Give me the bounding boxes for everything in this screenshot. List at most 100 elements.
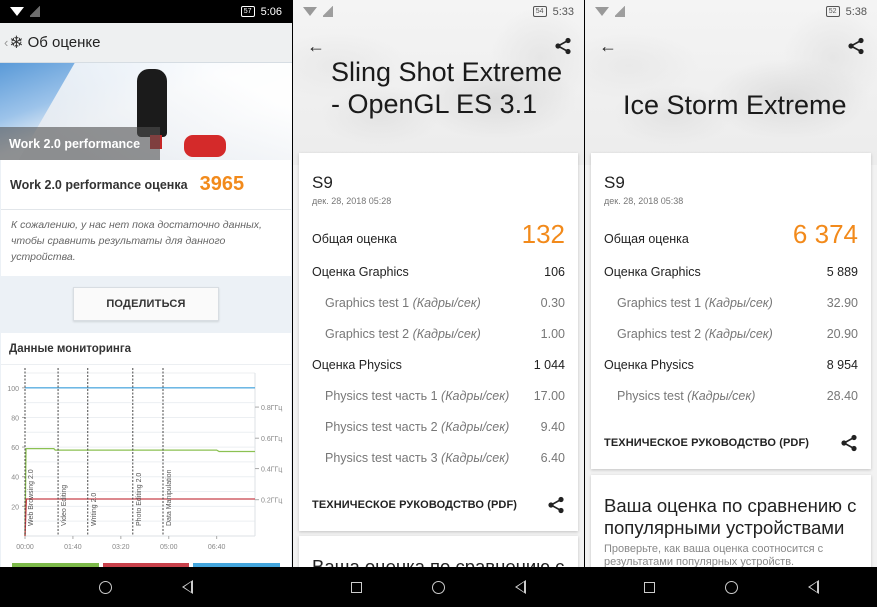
row-label: Оценка Physics — [604, 358, 827, 372]
back-arrow-icon[interactable]: ← — [599, 37, 617, 55]
row-label-text: Оценка Physics — [604, 357, 694, 372]
row-label-text: Physics test часть 1 — [325, 388, 438, 403]
x-tick-label: 05:00 — [160, 544, 178, 551]
phase-marker-label: Photo Editing 2.0 — [136, 473, 143, 526]
wifi-icon — [303, 7, 317, 16]
top-bar: ← — [585, 33, 877, 59]
category-score-row: Оценка Physics 8 954 — [591, 349, 871, 380]
monitoring-chart: 20 40 60 80 100 0.2ГГц 0.4ГГц 0.6ГГц 0.8ГГц 00:00… — [7, 368, 282, 551]
red-sled — [184, 135, 226, 157]
subtest-row: Graphics test 2 (Кадры/сек) 1.00 — [299, 318, 578, 349]
tech-guide-row: ТЕХНИЧЕСКОЕ РУКОВОДСТВО (PDF) — [299, 479, 578, 531]
app-header: ‹ ❄ Об оценке — [0, 23, 292, 63]
row-value: 17.00 — [533, 388, 565, 403]
total-score-row: Общая оценка 6 374 — [591, 212, 871, 256]
row-label: Оценка Graphics — [604, 265, 827, 279]
row-unit: (Кадры/сек) — [412, 326, 481, 341]
row-label-text: Physics test часть 2 — [325, 419, 438, 434]
home-icon[interactable] — [99, 580, 112, 594]
row-value: 5 889 — [826, 264, 858, 279]
back-arrow-icon[interactable]: ← — [307, 37, 325, 55]
share-icon[interactable] — [840, 434, 858, 452]
row-label: Оценка Graphics — [312, 265, 544, 279]
row-label-text: Physics test часть 3 — [325, 450, 438, 465]
home-icon[interactable] — [724, 580, 738, 594]
row-unit: (Кадры/сек) — [441, 388, 510, 403]
row-label: Physics test (Кадры/сек) — [604, 389, 827, 403]
row-unit: (Кадры/сек) — [412, 295, 481, 310]
score-value: 3965 — [199, 173, 245, 195]
total-score-value: 132 — [521, 218, 565, 249]
status-bar: 52 5:38 — [585, 0, 877, 23]
battery-icon: 54 — [532, 6, 547, 17]
battery-icon: 52 — [825, 6, 840, 17]
row-label: Physics test часть 3 (Кадры/сек) — [312, 451, 541, 465]
result-card: S9 дек. 28, 2018 05:38 Общая оценка 6 37… — [591, 153, 871, 469]
result-date: дек. 28, 2018 05:38 — [604, 196, 684, 206]
total-score-row: Общая оценка 132 — [299, 212, 578, 256]
phase-marker-label: Writing 2.0 — [91, 493, 98, 526]
row-value: 8 954 — [826, 357, 858, 372]
recents-icon[interactable] — [643, 581, 655, 593]
share-icon[interactable] — [847, 37, 865, 55]
share-icon[interactable] — [547, 496, 565, 514]
category-score-row: Оценка Physics 1 044 — [299, 349, 578, 380]
score-card: Work 2.0 performance оценка 3965 К сожал… — [1, 160, 291, 276]
row-value: 32.90 — [826, 295, 858, 310]
result-date: дек. 28, 2018 05:28 — [312, 196, 392, 206]
subtest-row: Graphics test 2 (Кадры/сек) 20.90 — [591, 318, 871, 349]
total-score-label: Общая оценка — [312, 232, 397, 246]
back-nav-icon[interactable] — [182, 580, 193, 594]
row-label: Graphics test 1 (Кадры/сек) — [312, 296, 541, 310]
row-label: Оценка Physics — [312, 358, 534, 372]
subtest-row: Physics test часть 3 (Кадры/сек) 6.40 — [299, 442, 578, 473]
device-name: S9 — [604, 173, 625, 192]
y2-tick-label: 0.2ГГц — [261, 498, 282, 505]
subtest-row: Physics test часть 2 (Кадры/сек) 9.40 — [299, 411, 578, 442]
back-nav-icon[interactable] — [807, 580, 819, 594]
y-tick-label: 20 — [11, 504, 19, 511]
tech-guide-link[interactable]: ТЕХНИЧЕСКОЕ РУКОВОДСТВО (PDF) — [312, 499, 547, 511]
row-label-text: Оценка Physics — [312, 357, 402, 372]
benchmark-title: Sling Shot Extreme - OpenGL ES 3.1 — [331, 57, 563, 119]
monitoring-title: Данные мониторинга — [1, 333, 291, 365]
share-area: ПОДЕЛИТЬСЯ — [0, 277, 292, 331]
row-label-text: Graphics test 2 — [325, 326, 410, 341]
share-button[interactable]: ПОДЕЛИТЬСЯ — [73, 287, 219, 321]
row-value: 0.30 — [540, 295, 565, 310]
score-row: Work 2.0 performance оценка 3965 — [1, 160, 291, 210]
row-value: 106 — [544, 264, 565, 279]
clock: 5:33 — [552, 5, 574, 18]
row-label: Physics test часть 2 (Кадры/сек) — [312, 420, 541, 434]
row-label: Graphics test 1 (Кадры/сек) — [604, 296, 827, 310]
status-bar: 57 5:06 — [0, 0, 292, 23]
row-label: Graphics test 2 (Кадры/сек) — [312, 327, 541, 341]
row-value: 1.00 — [540, 326, 565, 341]
y2-tick-label: 0.8ГГц — [261, 405, 282, 412]
phone-screen-work-performance: 57 5:06 ‹ ❄ Об оценке Work 2.0 performanc… — [0, 0, 292, 607]
subtest-row: Graphics test 1 (Кадры/сек) 0.30 — [299, 287, 578, 318]
back-nav-icon[interactable] — [515, 580, 526, 594]
y2-tick-label: 0.4ГГц — [261, 467, 282, 474]
row-label-text: Оценка Graphics — [604, 264, 701, 279]
home-icon[interactable] — [432, 580, 445, 594]
category-score-row: Оценка Graphics 106 — [299, 256, 578, 287]
row-label: Physics test часть 1 (Кадры/сек) — [312, 389, 534, 403]
recents-icon[interactable] — [351, 581, 362, 593]
no-sim-icon — [30, 6, 40, 17]
benchmark-title: Ice Storm Extreme — [623, 90, 847, 120]
row-label-text: Graphics test 1 — [325, 295, 410, 310]
subtest-row: Graphics test 1 (Кадры/сек) 32.90 — [591, 287, 871, 318]
row-label: Graphics test 2 (Кадры/сек) — [604, 327, 827, 341]
phase-marker-label: Web Browsing 2.0 — [28, 469, 35, 526]
tech-guide-link[interactable]: ТЕХНИЧЕСКОЕ РУКОВОДСТВО (PDF) — [604, 437, 840, 449]
category-score-row: Оценка Graphics 5 889 — [591, 256, 871, 287]
share-icon[interactable] — [554, 37, 572, 55]
clock: 5:06 — [260, 5, 282, 18]
phase-marker-label: Data Manipulation — [166, 469, 173, 526]
snowflake-logo-icon: ❄ — [9, 32, 24, 52]
back-icon[interactable]: ‹ — [4, 35, 8, 50]
subtest-row: Physics test часть 1 (Кадры/сек) 17.00 — [299, 380, 578, 411]
row-value: 28.40 — [826, 388, 858, 403]
comparison-subtitle: Проверьте, как ваша оценка соотносится с… — [604, 543, 824, 568]
